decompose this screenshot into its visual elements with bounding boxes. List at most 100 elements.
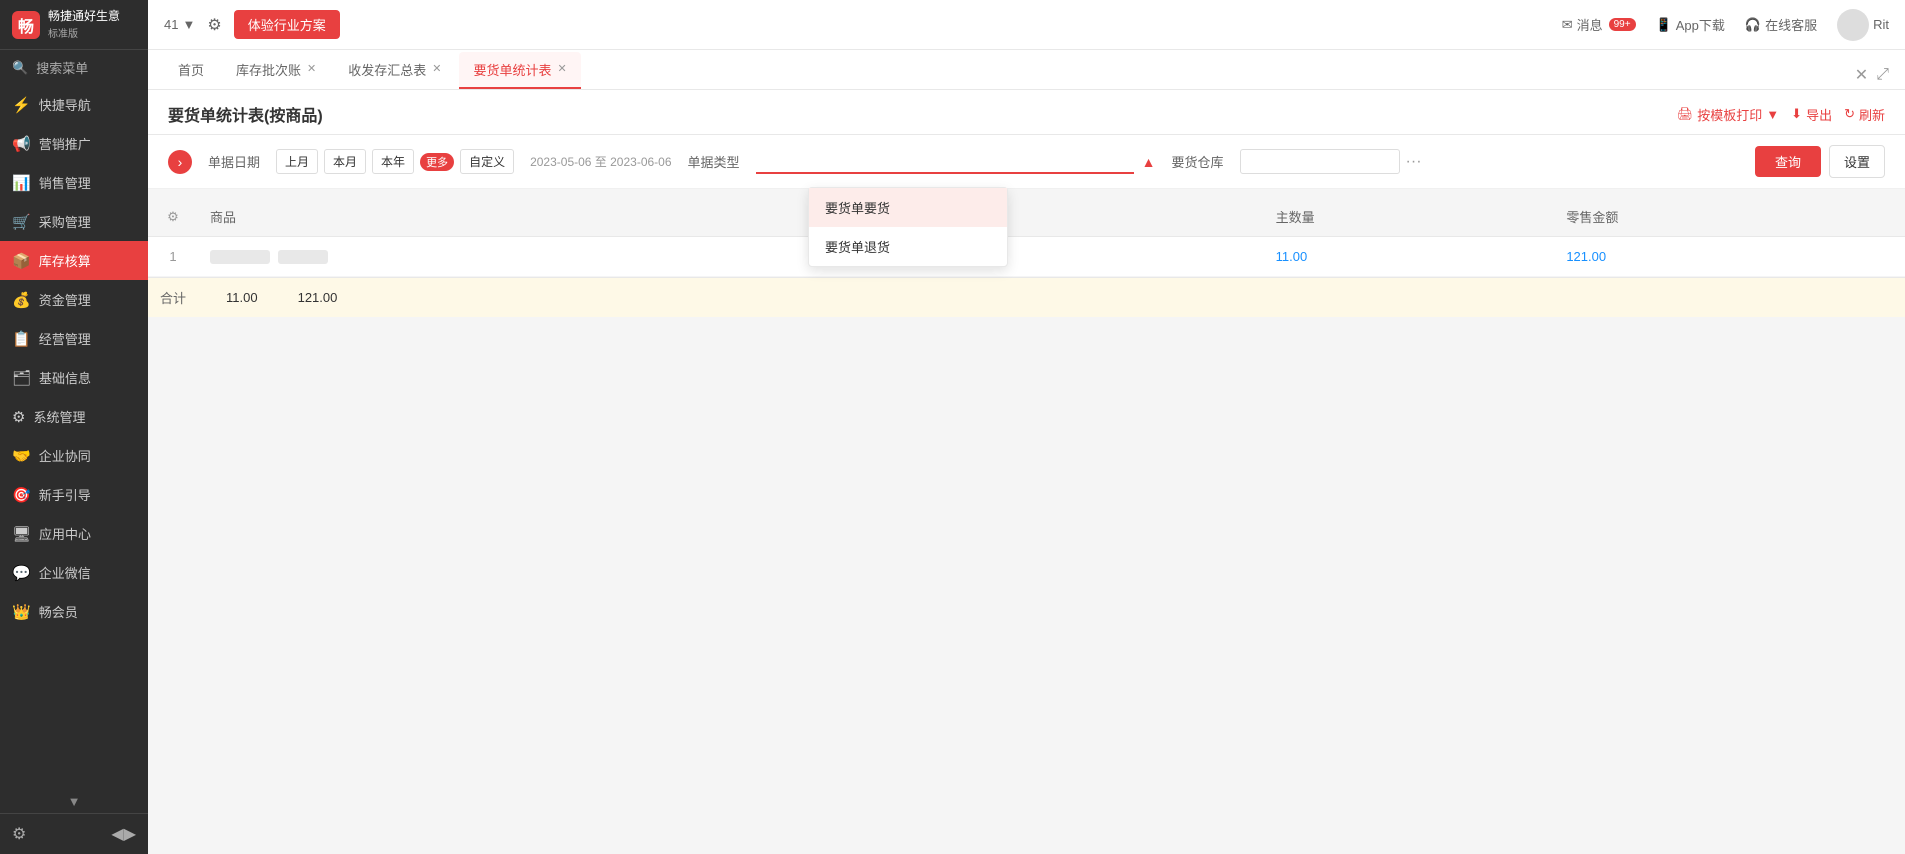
- sidebar-item-label: 营销推广: [39, 134, 91, 153]
- sidebar-item-vip[interactable]: 👑 畅会员: [0, 592, 148, 631]
- user-menu[interactable]: Rit: [1837, 9, 1889, 41]
- header-gear-icon[interactable]: ⚙: [207, 15, 221, 35]
- sidebar-item-label: 经营管理: [39, 329, 91, 348]
- notif-label: 消息: [1577, 15, 1603, 34]
- col-amount: 零售金额: [1554, 197, 1905, 237]
- sidebar-item-inventory[interactable]: 📦 库存核算: [0, 241, 148, 280]
- sidebar-search[interactable]: 🔍 搜索菜单: [0, 50, 148, 85]
- tab-order-stats[interactable]: 要货单统计表 ✕: [459, 52, 580, 89]
- col-settings[interactable]: ⚙: [148, 197, 198, 237]
- store-number: 41: [164, 17, 178, 32]
- type-select-input[interactable]: [756, 149, 1134, 174]
- close-shipment-summary-icon[interactable]: ✕: [432, 64, 441, 75]
- guide-icon: 🎯: [12, 486, 31, 504]
- store-selector[interactable]: 41 ▼: [164, 17, 195, 32]
- row-quantity[interactable]: 11.00: [1264, 237, 1555, 277]
- sidebar-item-label: 资金管理: [39, 290, 91, 309]
- sidebar-footer: ⚙ ◀▶: [0, 813, 148, 854]
- vip-icon: 👑: [12, 603, 31, 621]
- sidebar-item-marketing[interactable]: 📢 营销推广: [0, 124, 148, 163]
- warehouse-input[interactable]: [1240, 149, 1400, 174]
- print-arrow-icon: ▼: [1766, 107, 1779, 122]
- settings-icon[interactable]: ⚙: [12, 824, 26, 844]
- tab-inventory-batch[interactable]: 库存批次账 ✕: [222, 52, 330, 89]
- app-download-label: App下载: [1676, 15, 1725, 34]
- print-icon: 🖨: [1677, 106, 1694, 122]
- filter-warehouse-group: ···: [1240, 149, 1422, 174]
- enterprise-icon: 🤝: [12, 447, 31, 465]
- sidebar-item-label: 畅会员: [39, 602, 78, 621]
- refresh-action[interactable]: ↻ 刷新: [1844, 105, 1885, 124]
- trial-btn[interactable]: 体验行业方案: [234, 10, 340, 39]
- close-inventory-batch-icon[interactable]: ✕: [307, 64, 316, 75]
- dropdown-item-order[interactable]: 要货单要货: [809, 188, 1007, 227]
- main-content: 41 ▼ ⚙ 体验行业方案 ✉ 消息 99+ 📱 App下载 🎧 在线客服 R: [148, 0, 1905, 854]
- type-arrow-icon[interactable]: ▲: [1142, 154, 1156, 170]
- export-action[interactable]: ⬇ 导出: [1791, 105, 1832, 124]
- close-order-stats-icon[interactable]: ✕: [558, 64, 567, 75]
- filter-expand-btn[interactable]: ›: [168, 150, 192, 174]
- sidebar-item-purchase[interactable]: 🛒 采购管理: [0, 202, 148, 241]
- logo-subtitle: 标准版: [48, 25, 120, 40]
- sidebar-item-sales[interactable]: 📊 销售管理: [0, 163, 148, 202]
- sidebar-item-wechat[interactable]: 💬 企业微信: [0, 553, 148, 592]
- headset-icon: 🎧: [1745, 17, 1761, 33]
- export-label: 导出: [1806, 105, 1832, 124]
- marketing-icon: 📢: [12, 135, 31, 153]
- footer-quantity: 11.00: [226, 290, 258, 305]
- expand-tabs-icon[interactable]: ⤢: [1876, 66, 1889, 84]
- sidebar-item-enterprise[interactable]: 🤝 企业协同: [0, 436, 148, 475]
- sidebar-item-guide[interactable]: 🎯 新手引导: [0, 475, 148, 514]
- sidebar-item-app[interactable]: 🖥 应用中心: [0, 514, 148, 553]
- sidebar-item-label: 企业微信: [39, 563, 91, 582]
- phone-icon: 📱: [1656, 17, 1672, 33]
- notification-btn[interactable]: ✉ 消息 99+: [1562, 15, 1636, 34]
- dropdown-arrow-icon: ▼: [182, 17, 195, 32]
- product-placeholder-2: [278, 250, 328, 264]
- filter-more-icon[interactable]: ···: [1406, 153, 1422, 171]
- type-label: 单据类型: [688, 152, 740, 171]
- sidebar-scroll-down[interactable]: ▼: [0, 790, 148, 813]
- sidebar-item-operation[interactable]: 📋 经营管理: [0, 319, 148, 358]
- col-product: 商品: [198, 197, 853, 237]
- sidebar-item-basic[interactable]: 🗂 基础信息: [0, 358, 148, 397]
- logo-title: 畅捷通好生意: [48, 9, 120, 25]
- system-icon: ⚙: [12, 408, 25, 426]
- username: Rit: [1873, 17, 1889, 32]
- footer-amount: 121.00: [298, 290, 338, 305]
- table-header-row: ⚙ 商品 主计量单位 主数量 零售金额: [148, 197, 1905, 237]
- row-index: 1: [148, 237, 198, 277]
- quantity-link[interactable]: 11.00: [1276, 249, 1308, 264]
- table-row: 1 块 11.00 121.00: [148, 237, 1905, 277]
- date-btn-year[interactable]: 本年: [372, 149, 414, 174]
- dropdown-item-return[interactable]: 要货单退货: [809, 227, 1007, 266]
- app-download-btn[interactable]: 📱 App下载: [1656, 15, 1725, 34]
- basic-icon: 🗂: [12, 369, 31, 387]
- table-settings-icon[interactable]: ⚙: [167, 209, 179, 224]
- tabs-actions: ✕ ⤢: [1855, 65, 1889, 89]
- table-wrapper: ⚙ 商品 主计量单位 主数量 零售金额 1: [148, 197, 1905, 317]
- sidebar-item-quick-nav[interactable]: ⚡ 快捷导航: [0, 85, 148, 124]
- online-service-btn[interactable]: 🎧 在线客服: [1745, 15, 1817, 34]
- date-btn-up-month[interactable]: 上月: [276, 149, 318, 174]
- sidebar-item-label: 新手引导: [39, 485, 91, 504]
- close-all-tabs-icon[interactable]: ✕: [1855, 65, 1868, 85]
- row-amount[interactable]: 121.00: [1554, 237, 1905, 277]
- tab-home-label: 首页: [178, 60, 204, 79]
- query-btn[interactable]: 查询: [1755, 146, 1821, 177]
- col-quantity: 主数量: [1264, 197, 1555, 237]
- settings-btn[interactable]: 设置: [1829, 145, 1885, 178]
- date-btn-custom[interactable]: 自定义: [460, 149, 514, 174]
- tab-home[interactable]: 首页: [164, 52, 218, 89]
- sidebar-item-system[interactable]: ⚙ 系统管理: [0, 397, 148, 436]
- product-placeholder-1: [210, 250, 270, 264]
- tab-shipment-summary[interactable]: 收发存汇总表 ✕: [334, 52, 455, 89]
- date-label: 单据日期: [208, 152, 260, 171]
- collapse-icon[interactable]: ◀▶: [111, 824, 136, 844]
- logo-icon: 畅: [12, 11, 40, 39]
- date-btn-current-month[interactable]: 本月: [324, 149, 366, 174]
- date-badge-more[interactable]: 更多: [420, 153, 454, 171]
- sidebar-item-finance[interactable]: 💰 资金管理: [0, 280, 148, 319]
- print-action[interactable]: 🖨 按模板打印 ▼: [1677, 105, 1779, 124]
- amount-link[interactable]: 121.00: [1566, 249, 1606, 264]
